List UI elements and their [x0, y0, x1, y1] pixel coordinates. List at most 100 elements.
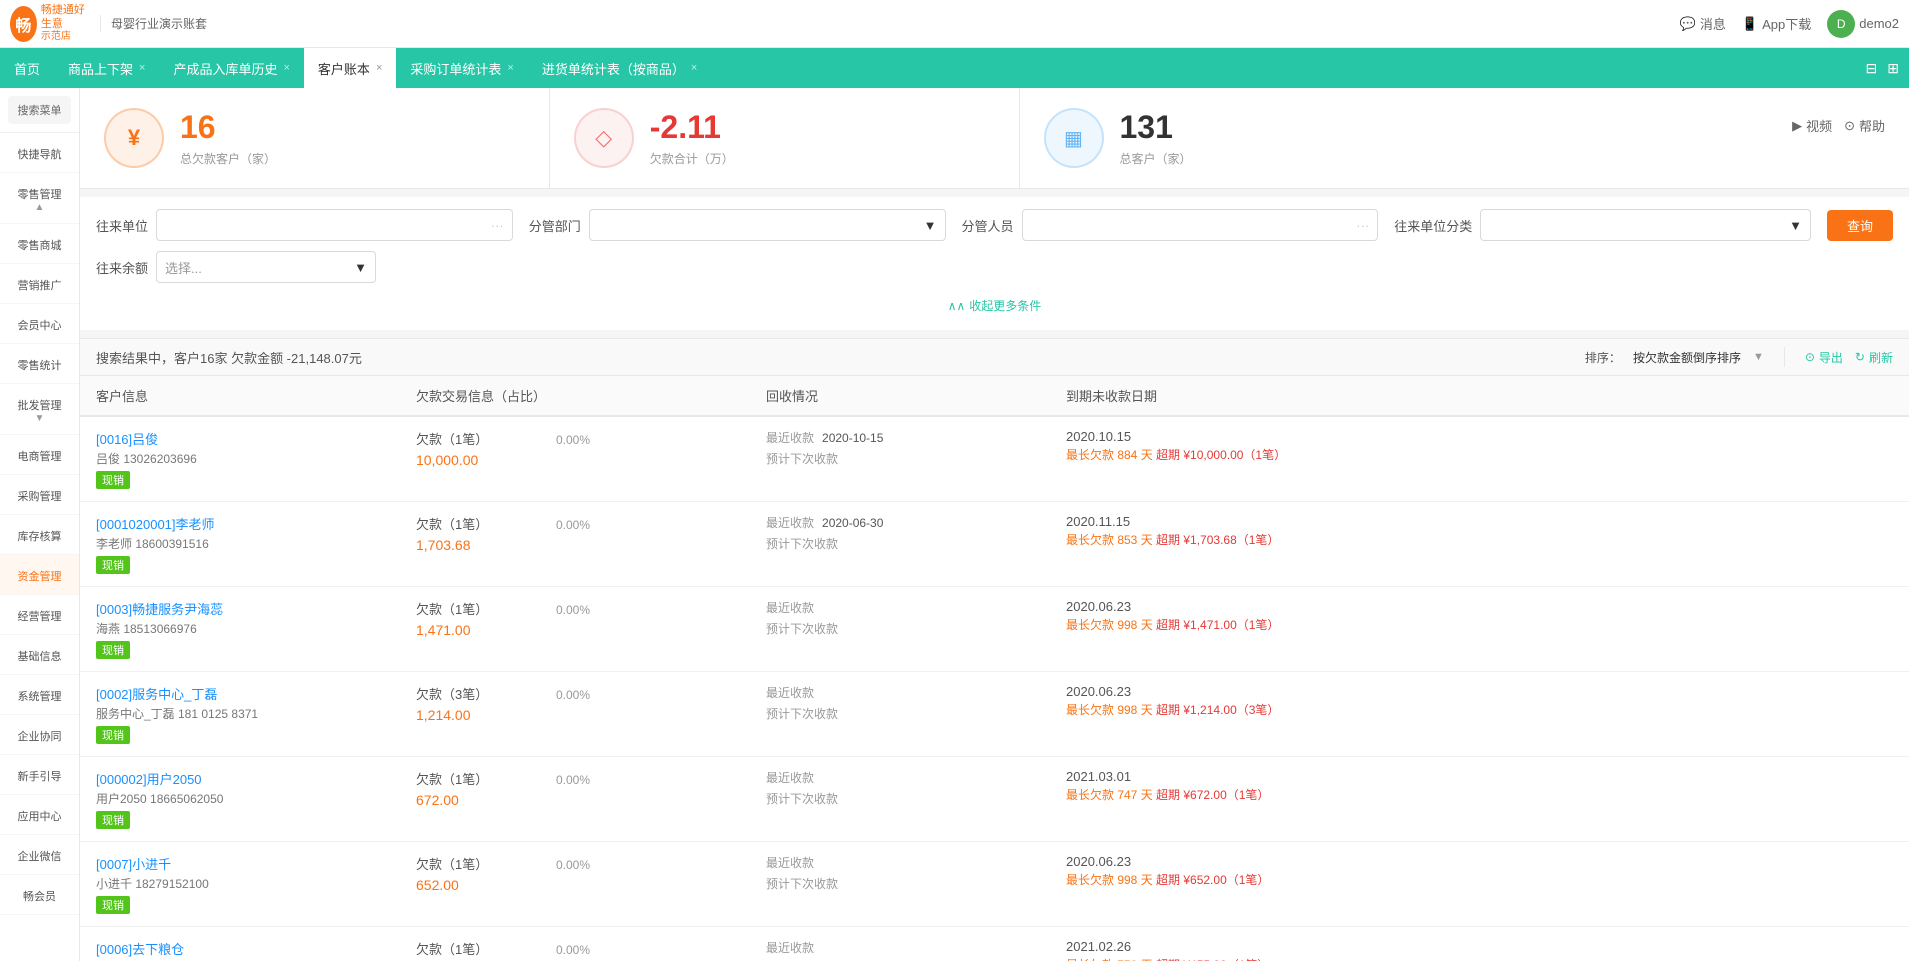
filter-manager: 分管人员 ··· [962, 209, 1379, 241]
sidebar-item-new-guide[interactable]: 新手引导 [0, 755, 79, 795]
message-icon: 💬 [1680, 16, 1696, 32]
refresh-btn[interactable]: ↻ 刷新 [1855, 349, 1893, 366]
message-btn[interactable]: 💬 消息 [1680, 14, 1726, 33]
manager-label: 分管人员 [962, 216, 1014, 235]
source-unit-input[interactable]: ··· [156, 209, 513, 241]
customer-name-link[interactable]: [0006]去下粮仓 [96, 942, 184, 957]
close-tab-product-shelf[interactable]: × [139, 62, 145, 74]
debt-count: 欠款（1笔） [416, 599, 536, 618]
debt-info-cell: 欠款（1笔） 652.00 0.00% [416, 854, 766, 893]
tab-production-history[interactable]: 产成品入库单历史 × [159, 48, 303, 88]
tab-home[interactable]: 首页 [0, 48, 54, 88]
sidebar-item-system[interactable]: 系统管理 [0, 675, 79, 715]
customer-name-link[interactable]: [0003]畅捷服务尹海蕊 [96, 602, 223, 617]
sidebar-item-member-center[interactable]: 会员中心 [0, 304, 79, 344]
sidebar-item-quick-nav[interactable]: 快捷导航 [0, 133, 79, 173]
layout: 搜索菜单 快捷导航 零售管理 ▲ 零售商城 营销推广 会员中心 零售统计 批发管… [0, 88, 1909, 961]
sidebar-item-app-center[interactable]: 应用中心 [0, 795, 79, 835]
manager-dots: ··· [1356, 218, 1369, 233]
filter-source-unit: 往来单位 ··· [96, 209, 513, 241]
sidebar-item-member-vip[interactable]: 畅会员 [0, 875, 79, 915]
tab-purchase-order[interactable]: 采购订单统计表 × [396, 48, 527, 88]
debt-count: 欠款（1笔） [416, 514, 536, 533]
tab-customer-account[interactable]: 客户账本 × [304, 48, 396, 88]
app-download-btn[interactable]: 📱 App下载 [1742, 14, 1811, 33]
due-date-value: 2020.06.23 [1066, 854, 1893, 869]
debt-count: 欠款（1笔） [416, 854, 536, 873]
phone-icon: 📱 [1742, 16, 1758, 32]
diamond-icon: ◇ [595, 125, 612, 151]
sidebar-item-enterprise-wx[interactable]: 企业微信 [0, 835, 79, 875]
collapse-btn[interactable]: ∧∧ 收起更多条件 [948, 297, 1042, 314]
sidebar-item-finance[interactable]: 资金管理 [0, 555, 79, 595]
customer-phone: 服务中心_丁磊 181 0125 8371 [96, 705, 416, 722]
sidebar-item-ecommerce[interactable]: 电商管理 [0, 435, 79, 475]
tab-product-shelf[interactable]: 商品上下架 × [54, 48, 159, 88]
customer-name-link[interactable]: [000002]用户2050 [96, 772, 202, 787]
due-date-cell: 2021.02.26 最长欠款 750 天 超期 ¥455.90（1笔） [1066, 939, 1893, 961]
debt-main: 欠款（1笔） 652.00 [416, 854, 536, 893]
debt-amount: 652.00 [416, 877, 536, 893]
stat-card-total-customers: ▦ 131 总客户（家） ▶ 视频 ⊙ 帮助 [1020, 88, 1909, 188]
latest-payment-label: 最近收款 [766, 429, 814, 446]
customer-tag: 现销 [96, 471, 130, 489]
customer-info-cell: [000002]用户2050 用户2050 18665062050 现销 [96, 769, 416, 829]
sidebar-item-retail-stats[interactable]: 零售统计 [0, 344, 79, 384]
sidebar-item-operations[interactable]: 经营管理 [0, 595, 79, 635]
refresh-icon: ↻ [1855, 350, 1865, 364]
sidebar-item-batch-mgmt[interactable]: 批发管理 ▼ [0, 384, 79, 435]
sidebar-item-enterprise[interactable]: 企业协同 [0, 715, 79, 755]
close-tab-production-history[interactable]: × [283, 62, 289, 74]
overdue-amount: 超期 ¥1,703.68（1笔） [1156, 533, 1279, 547]
divider [1784, 347, 1785, 367]
close-tab-purchase-order[interactable]: × [507, 62, 513, 74]
video-btn[interactable]: ▶ 视频 [1792, 116, 1832, 135]
main-content: ¥ 16 总欠款客户（家） ◇ -2.11 欠款合计（万） [80, 88, 1909, 961]
close-tab-customer-account[interactable]: × [376, 62, 382, 74]
nav-right-controls: ⊟ ⊞ [1866, 60, 1909, 77]
manager-input[interactable]: ··· [1022, 209, 1379, 241]
col-header-debt-info: 欠款交易信息（占比） [416, 386, 766, 405]
sidebar-item-marketing[interactable]: 营销推广 [0, 264, 79, 304]
sidebar-item-purchase[interactable]: 采购管理 [0, 475, 79, 515]
nav-minimize-icon[interactable]: ⊟ [1866, 60, 1878, 77]
table-row: [0006]去下粮仓 陈小南 现销 欠款（1笔） 455.90 0.00% 最近… [80, 927, 1909, 961]
chevron-down-sort-icon[interactable]: ▼ [1753, 351, 1764, 363]
user-profile[interactable]: D demo2 [1827, 10, 1899, 38]
debt-info-cell: 欠款（1笔） 10,000.00 0.00% [416, 429, 766, 468]
recovery-cell: 最近收款 预计下次收款 [766, 939, 1066, 961]
table-row: [0016]吕俊 吕俊 13026203696 现销 欠款（1笔） 10,000… [80, 417, 1909, 502]
unit-category-select[interactable]: ▼ [1480, 209, 1811, 241]
customer-name-link[interactable]: [0001020001]李老师 [96, 517, 215, 532]
customer-name-link[interactable]: [0016]吕俊 [96, 432, 158, 447]
balance-select[interactable]: 选择... ▼ [156, 251, 376, 283]
overdue-amount: 超期 ¥1,471.00（1笔） [1156, 618, 1279, 632]
stat-label-owed-amount: 欠款合计（万） [650, 150, 734, 167]
search-button[interactable]: 查询 [1827, 210, 1893, 241]
recovery-cell: 最近收款 2020-06-30 预计下次收款 [766, 514, 1066, 552]
customer-phone: 小进千 18279152100 [96, 875, 416, 892]
customer-name-link[interactable]: [0007]小进千 [96, 857, 171, 872]
help-icon: ⊙ [1844, 118, 1855, 134]
nav-maximize-icon[interactable]: ⊞ [1887, 60, 1899, 77]
customer-name-link[interactable]: [0002]服务中心_丁磊 [96, 687, 217, 702]
sidebar-search-btn[interactable]: 搜索菜单 [8, 96, 71, 124]
recovery-latest: 最近收款 2020-06-30 [766, 514, 1066, 531]
due-date-value: 2021.03.01 [1066, 769, 1893, 784]
export-btn[interactable]: ⊙ 导出 [1805, 349, 1843, 366]
recovery-cell: 最近收款 预计下次收款 [766, 599, 1066, 637]
recovery-latest: 最近收款 [766, 599, 1066, 616]
due-date-cell: 2020.11.15 最长欠款 853 天 超期 ¥1,703.68（1笔） [1066, 514, 1893, 548]
dept-select[interactable]: ▼ [589, 209, 946, 241]
close-tab-stock-stats[interactable]: × [691, 62, 697, 74]
debt-count: 欠款（3笔） [416, 684, 536, 703]
help-btn[interactable]: ⊙ 帮助 [1844, 116, 1885, 135]
customer-phone: 吕俊 13026203696 [96, 450, 416, 467]
sidebar-item-inventory[interactable]: 库存核算 [0, 515, 79, 555]
sidebar-item-retail-store[interactable]: 零售商城 [0, 224, 79, 264]
tab-stock-stats[interactable]: 进货单统计表（按商品） × [528, 48, 711, 88]
sidebar-item-basic-info[interactable]: 基础信息 [0, 635, 79, 675]
overdue-amount: 超期 ¥1,214.00（3笔） [1156, 703, 1279, 717]
table-row: [0002]服务中心_丁磊 服务中心_丁磊 181 0125 8371 现销 欠… [80, 672, 1909, 757]
sidebar-item-retail-mgmt[interactable]: 零售管理 ▲ [0, 173, 79, 224]
